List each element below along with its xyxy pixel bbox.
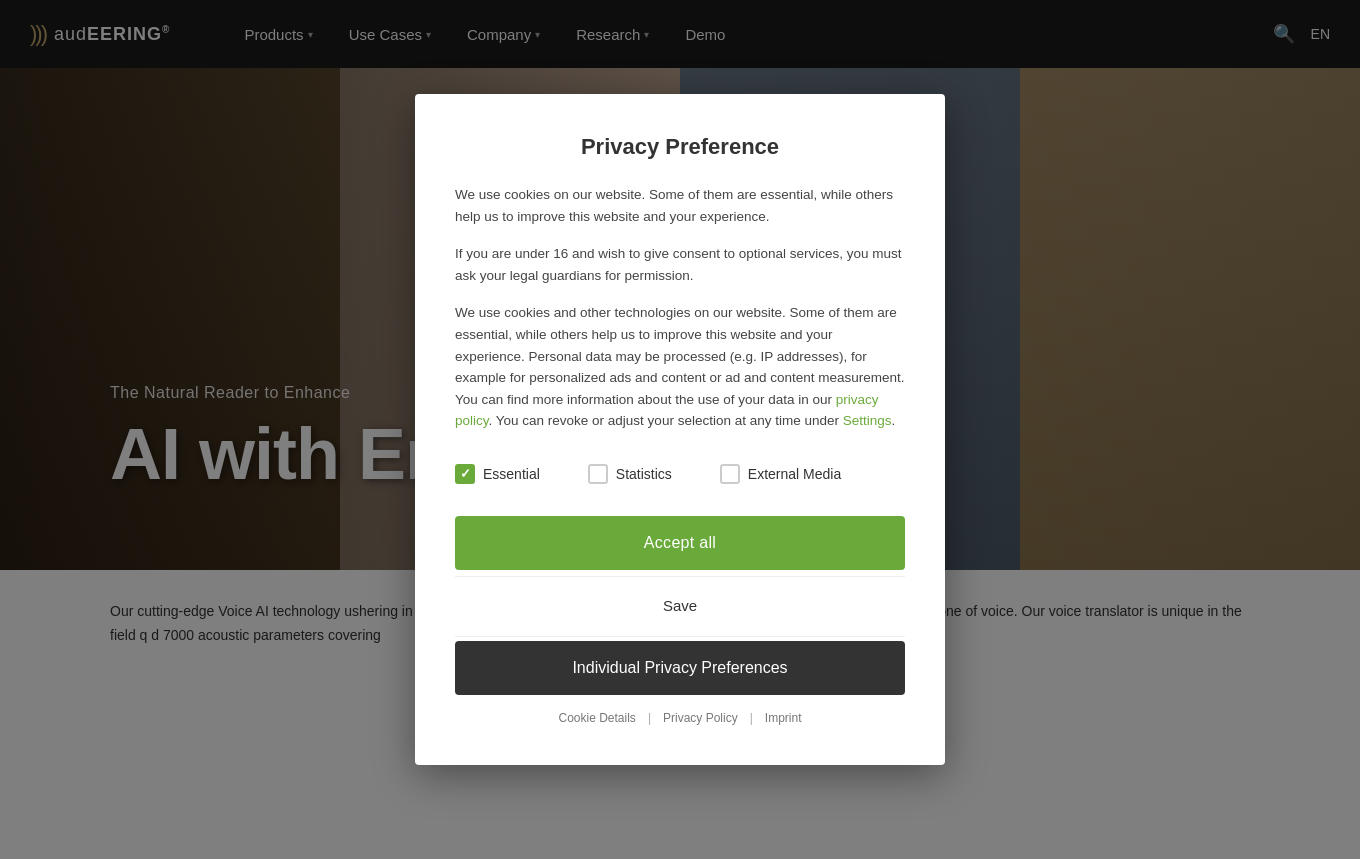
statistics-checkbox[interactable] [588, 464, 608, 484]
modal-footer: Cookie Details | Privacy Policy | Imprin… [455, 711, 905, 725]
modal-para2: If you are under 16 and wish to give con… [455, 243, 905, 286]
checkbox-row: Essential Statistics External Media [455, 456, 905, 492]
external-media-checkbox-item: External Media [720, 464, 841, 484]
footer-separator-1: | [648, 711, 651, 725]
modal-para3: We use cookies and other technologies on… [455, 302, 905, 432]
modal-overlay: Privacy Preference We use cookies on our… [0, 0, 1360, 859]
settings-link[interactable]: Settings [843, 413, 892, 428]
privacy-policy-footer-link[interactable]: Privacy Policy [663, 711, 738, 725]
imprint-link[interactable]: Imprint [765, 711, 802, 725]
statistics-label[interactable]: Statistics [616, 466, 672, 482]
essential-checkbox-item: Essential [455, 464, 540, 484]
modal-title: Privacy Preference [455, 134, 905, 160]
divider-2 [455, 636, 905, 637]
footer-separator-2: | [750, 711, 753, 725]
privacy-modal: Privacy Preference We use cookies on our… [415, 94, 945, 765]
divider-1 [455, 576, 905, 577]
statistics-checkbox-item: Statistics [588, 464, 672, 484]
essential-label[interactable]: Essential [483, 466, 540, 482]
individual-preferences-button[interactable]: Individual Privacy Preferences [455, 641, 905, 695]
external-media-checkbox[interactable] [720, 464, 740, 484]
essential-checkbox[interactable] [455, 464, 475, 484]
modal-para1: We use cookies on our website. Some of t… [455, 184, 905, 227]
accept-all-button[interactable]: Accept all [455, 516, 905, 570]
save-button[interactable]: Save [455, 581, 905, 630]
external-media-label[interactable]: External Media [748, 466, 841, 482]
cookie-details-link[interactable]: Cookie Details [559, 711, 636, 725]
